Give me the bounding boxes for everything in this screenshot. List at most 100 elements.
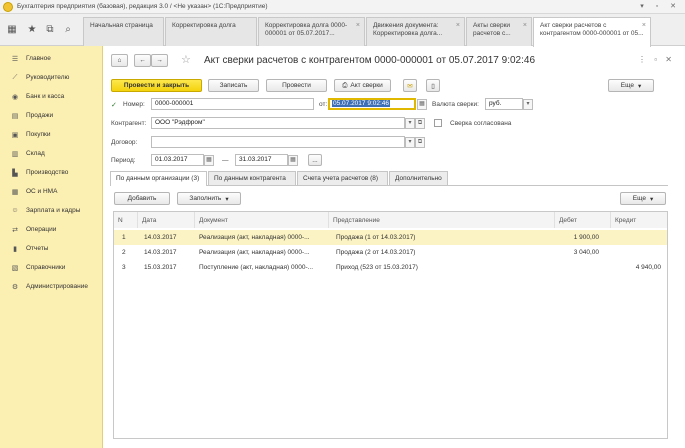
reports-icon: ▮ [13, 245, 17, 253]
chevron-down-icon[interactable]: ▾ [523, 99, 533, 110]
table-row[interactable]: 1 14.03.2017 Реализация (акт, накладная)… [114, 230, 667, 245]
cell-credit: 4 940,00 [635, 264, 661, 271]
forward-button[interactable]: → [151, 54, 168, 67]
table-more-button[interactable]: Еще ▾ [620, 192, 666, 205]
period-to-field[interactable]: 31.03.2017 [235, 154, 288, 166]
sidebar-item-catalogs[interactable]: ▧ Справочники [0, 258, 102, 277]
sidebar-item-admin[interactable]: ⚙ Администрирование [0, 277, 102, 296]
column-header-representation[interactable]: Представление [329, 212, 555, 228]
tab-counterparty-data[interactable]: По данным контрагента [208, 171, 296, 185]
attachment-button[interactable]: ▯ [426, 79, 440, 92]
print-act-button[interactable]: ⎙ Акт сверки [334, 79, 391, 92]
sidebar-item-salary[interactable]: ☺ Зарплата и кадры [0, 201, 102, 220]
printer-icon: ⎙ [342, 81, 348, 89]
tab-home[interactable]: Начальная страница [83, 17, 164, 46]
post-and-close-button[interactable]: Провести и закрыть [111, 79, 202, 92]
tab-label: Начальная страница [90, 22, 153, 29]
number-field[interactable]: 0000-000001 [151, 98, 314, 110]
sidebar-item-assets[interactable]: ▦ ОС и НМА [0, 182, 102, 201]
chevron-down-icon[interactable]: ▾ [405, 118, 415, 129]
home-button[interactable]: ⌂ [111, 54, 128, 67]
title-bar: Бухгалтерия предприятия (базовая), редак… [0, 0, 685, 14]
cell-debit: 3 040,00 [573, 249, 599, 256]
tab-accounts[interactable]: Счета учета расчетов (8) [297, 171, 388, 185]
tab-document-movements[interactable]: Движения документа: Корректировка долга.… [366, 17, 465, 46]
save-button[interactable]: Записать [208, 79, 259, 92]
fill-label: Заполнить [189, 195, 222, 202]
cell-credit [611, 245, 665, 260]
chevron-down-icon[interactable]: ▾ [405, 137, 415, 148]
arrow-right-icon: → [156, 57, 163, 64]
calendar-icon[interactable]: ▦ [204, 155, 214, 166]
form-window-controls[interactable]: ⋮ ▫ ✕ [638, 55, 675, 64]
cell-document: Реализация (акт, накладная) 0000-... [199, 249, 310, 256]
column-header-debit[interactable]: Дебет [555, 212, 611, 228]
column-header-date[interactable]: Дата [138, 212, 195, 228]
contract-field[interactable] [151, 136, 405, 148]
fill-button[interactable]: Заполнить ▾ [177, 192, 241, 205]
sidebar-item-production[interactable]: ▙ Производство [0, 163, 102, 182]
favorite-star-icon[interactable]: ☆ [181, 53, 191, 66]
cell-representation: Приход (523 от 15.03.2017) [336, 264, 418, 271]
gear-icon: ⚙ [11, 283, 19, 291]
home-icon: ⌂ [117, 57, 122, 64]
tab-additional[interactable]: Дополнительно [389, 171, 448, 185]
favorites-star-icon[interactable]: ★ [26, 24, 38, 35]
sidebar-item-label: Склад [26, 150, 45, 157]
chevron-down-icon: ▾ [649, 195, 654, 203]
sidebar-item-warehouse[interactable]: ▥ Склад [0, 144, 102, 163]
column-header-credit[interactable]: Кредит [611, 212, 667, 228]
close-icon[interactable]: × [456, 22, 460, 30]
counterparty-field[interactable]: ООО "Рэдфром" [151, 117, 405, 129]
close-icon[interactable]: × [356, 22, 360, 30]
sidebar-item-label: Покупки [26, 131, 51, 138]
back-button[interactable]: ← [134, 54, 151, 67]
column-header-n[interactable]: N [114, 212, 138, 228]
open-link-icon[interactable]: ⧉ [415, 118, 425, 129]
column-header-document[interactable]: Документ [195, 212, 329, 228]
cell-representation: Продажа (1 от 14.03.2017) [336, 234, 416, 241]
table-row[interactable]: 2 14.03.2017 Реализация (акт, накладная)… [114, 245, 667, 260]
history-icon[interactable]: ⧉ [44, 24, 56, 35]
mail-button[interactable]: ✉ [403, 79, 417, 92]
tab-debt-adjustment[interactable]: Корректировка долга [165, 17, 257, 46]
period-select-button[interactable]: ... [308, 154, 322, 166]
apps-grid-icon[interactable]: ▦ [6, 24, 18, 35]
assets-icon: ▦ [11, 188, 19, 196]
more-button[interactable]: Еще ▾ [608, 79, 654, 92]
add-row-button[interactable]: Добавить [114, 192, 170, 205]
currency-label: Валюта сверки: [432, 101, 479, 108]
tab-reconciliation-list[interactable]: Акты сверки расчетов с... × [466, 17, 532, 46]
sidebar-item-label: Руководителю [26, 74, 70, 81]
sidebar-item-purchases[interactable]: ▣ Покупки [0, 125, 102, 144]
tab-reconciliation-act[interactable]: Акт сверки расчетов с контрагентом 0000-… [533, 17, 651, 47]
close-icon[interactable]: × [523, 22, 527, 30]
window-controls[interactable]: ▾ ▫ ✕ [640, 2, 681, 10]
date-field[interactable]: 05.07.2017 9:02:46 [328, 98, 416, 110]
open-link-icon[interactable]: ⧉ [415, 137, 425, 148]
post-button[interactable]: Провести [266, 79, 327, 92]
period-label: Период: [111, 157, 136, 164]
reconciliation-table: N Дата Документ Представление Дебет Кред… [113, 211, 668, 439]
cell-n: 3 [122, 264, 126, 271]
currency-field[interactable]: руб. [485, 98, 523, 110]
calendar-icon[interactable]: ▦ [417, 99, 427, 110]
tab-debt-adjustment-doc[interactable]: Корректировка долга 0000-000001 от 05.07… [258, 17, 365, 46]
search-icon[interactable]: ⌕ [62, 24, 74, 35]
sidebar-item-operations[interactable]: ⇄ Операции [0, 220, 102, 239]
cell-date: 15.03.2017 [144, 264, 177, 271]
close-icon[interactable]: × [642, 22, 646, 30]
operations-icon: ⇄ [12, 226, 18, 234]
sidebar-item-main[interactable]: ☰ Главное [0, 49, 102, 68]
sidebar-item-manager[interactable]: ⟋ Руководителю [0, 68, 102, 87]
period-from-field[interactable]: 01.03.2017 [151, 154, 204, 166]
tab-org-data[interactable]: По данным организации (3) [110, 171, 207, 186]
tab-label: Корректировка долга 0000-000001 от 05.07… [265, 22, 348, 37]
sidebar-item-bank[interactable]: ◉ Банк и касса [0, 87, 102, 106]
sidebar-item-label: Главное [26, 55, 51, 62]
sidebar-item-sales[interactable]: ▤ Продажи [0, 106, 102, 125]
agreed-checkbox[interactable] [434, 119, 442, 127]
sidebar-item-reports[interactable]: ▮ Отчеты [0, 239, 102, 258]
table-row[interactable]: 3 15.03.2017 Поступление (акт, накладная… [114, 260, 667, 275]
calendar-icon[interactable]: ▦ [288, 155, 298, 166]
